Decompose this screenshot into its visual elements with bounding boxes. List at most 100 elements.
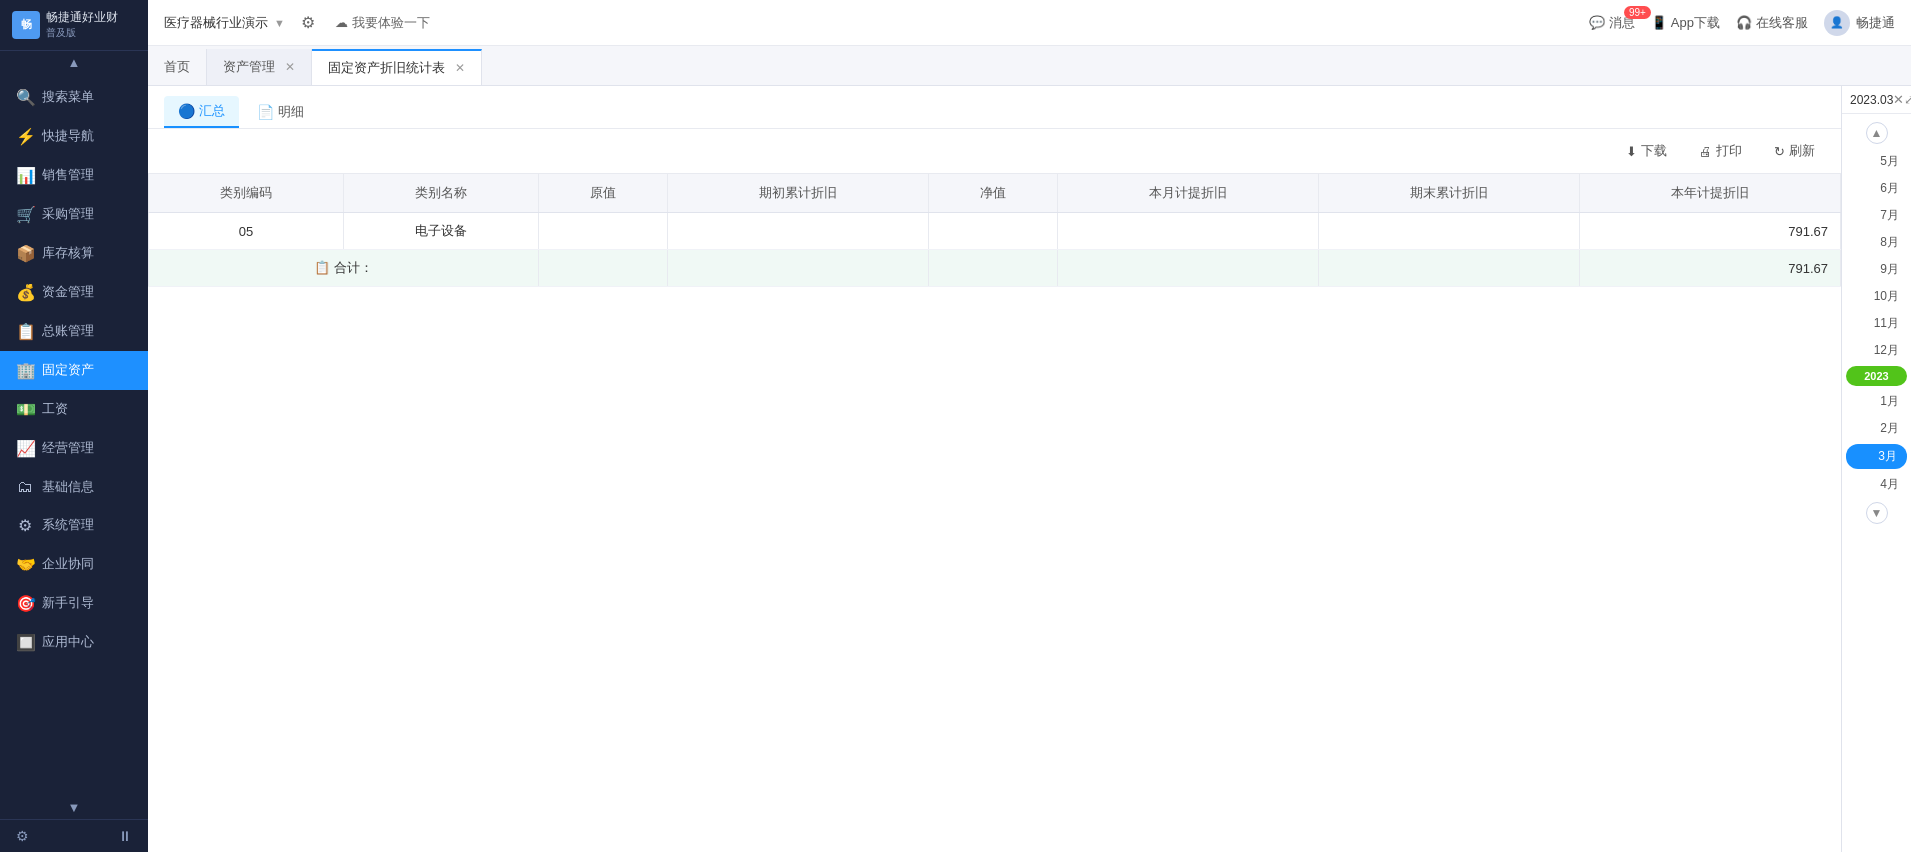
col-code: 类别编码 <box>149 174 344 213</box>
print-button[interactable]: 🖨 打印 <box>1689 137 1752 165</box>
message-icon: 💬 <box>1589 15 1605 30</box>
sidebar-item-label: 销售管理 <box>42 166 94 184</box>
tab-固定资产折旧统计表[interactable]: 固定资产折旧统计表✕ <box>312 49 482 85</box>
sidebar-scroll-down[interactable]: ▼ <box>0 796 148 819</box>
tab-label: 首页 <box>164 58 190 76</box>
table-header-row: 类别编码 类别名称 原值 期初累计折旧 净值 本月计提折旧 期末累计折旧 本年计… <box>149 174 1841 213</box>
tab-首页[interactable]: 首页 <box>148 49 207 85</box>
date-panel-header: 2023.03 ✕ ⤢ <box>1842 86 1911 114</box>
download-button[interactable]: ⬇ 下载 <box>1616 137 1677 165</box>
logo-version: 普及版 <box>46 26 118 40</box>
app-download-button[interactable]: 📱 App下载 <box>1651 14 1720 32</box>
nav-icon: 📈 <box>16 439 34 458</box>
date-month-item[interactable]: 5月 <box>1842 148 1911 175</box>
date-panel-prev-nav[interactable]: ▲ <box>1842 118 1911 148</box>
content-area: 🔵汇总📄明细 ⬇ 下载 🖨 打印 ↻ 刷新 <box>148 86 1911 852</box>
date-month-item[interactable]: 4月 <box>1842 471 1911 498</box>
tab-close-icon[interactable]: ✕ <box>455 61 465 75</box>
date-month-item[interactable]: 10月 <box>1842 283 1911 310</box>
sidebar-scroll-up[interactable]: ▲ <box>0 51 148 74</box>
refresh-button[interactable]: ↻ 刷新 <box>1764 137 1825 165</box>
table-toolbar: ⬇ 下载 🖨 打印 ↻ 刷新 <box>148 129 1841 174</box>
nav-icon: 📋 <box>16 322 34 341</box>
date-year-2023-label[interactable]: 2023 <box>1846 366 1907 386</box>
summary-initial-dep <box>668 250 929 287</box>
col-annual-dep: 本年计提折旧 <box>1580 174 1841 213</box>
online-service-button[interactable]: 🎧 在线客服 <box>1736 14 1808 32</box>
date-panel: 2023.03 ✕ ⤢ ▲ 5月6月7月8月9月10月11月12月20231月2月… <box>1841 86 1911 852</box>
sub-tab-label: 明细 <box>278 103 304 121</box>
date-panel-close-button[interactable]: ✕ <box>1893 92 1904 107</box>
date-panel-expand-button[interactable]: ⤢ <box>1904 92 1911 107</box>
sidebar-item-label: 新手引导 <box>42 594 94 612</box>
sidebar-item-资金管理[interactable]: 💰资金管理 <box>0 273 148 312</box>
sidebar-item-label: 快捷导航 <box>42 127 94 145</box>
date-month-item[interactable]: 2月 <box>1842 415 1911 442</box>
sidebar-item-系统管理[interactable]: ⚙系统管理 <box>0 506 148 545</box>
user-menu[interactable]: 👤 畅捷通 <box>1824 10 1895 36</box>
sidebar-item-label: 固定资产 <box>42 361 94 379</box>
nav-icon: 🎯 <box>16 594 34 613</box>
date-month-item[interactable]: 6月 <box>1842 175 1911 202</box>
date-month-item[interactable]: 3月 <box>1846 444 1907 469</box>
date-nav-up-icon[interactable]: ▲ <box>1866 122 1888 144</box>
sidebar-item-采购管理[interactable]: 🛒采购管理 <box>0 195 148 234</box>
sidebar-item-新手引导[interactable]: 🎯 新手引导 <box>0 584 148 623</box>
col-period-dep: 期末累计折旧 <box>1319 174 1580 213</box>
topbar-gear-icon[interactable]: ⚙ <box>301 13 315 32</box>
message-button[interactable]: 💬 消息 99+ <box>1589 14 1635 32</box>
sidebar-nav: 🔍搜索菜单 ⚡ 快捷导航 📊 销售管理 🛒采购管理📦库存核算💰资金管理 📋 总账管理 🏢 固定资产… <box>0 74 148 796</box>
table-wrap: 类别编码 类别名称 原值 期初累计折旧 净值 本月计提折旧 期末累计折旧 本年计… <box>148 174 1841 852</box>
page-content: 🔵汇总📄明细 ⬇ 下载 🖨 打印 ↻ 刷新 <box>148 86 1841 852</box>
sidebar: 畅 畅捷通好业财 普及版 ▲ 🔍搜索菜单⚡快捷导航📊销售管理🛒采购管理📦库存核算… <box>0 0 148 852</box>
sidebar-collapse-button[interactable]: ⏸ <box>118 828 132 844</box>
date-month-item[interactable]: 9月 <box>1842 256 1911 283</box>
company-selector[interactable]: 医疗器械行业演示 ▼ <box>164 14 285 32</box>
sidebar-item-快捷导航[interactable]: ⚡ 快捷导航 <box>0 117 148 156</box>
cell-monthly-dep <box>1058 213 1319 250</box>
nav-icon: ⚡ <box>16 127 34 146</box>
print-icon: 🖨 <box>1699 144 1712 159</box>
sub-tab-明细[interactable]: 📄明细 <box>243 97 318 127</box>
date-nav-down-icon[interactable]: ▼ <box>1866 502 1888 524</box>
sidebar-item-销售管理[interactable]: 📊 销售管理 <box>0 156 148 195</box>
nav-icon: 🤝 <box>16 555 34 574</box>
experience-button[interactable]: ☁ 我要体验一下 <box>335 14 430 32</box>
date-month-item[interactable]: 8月 <box>1842 229 1911 256</box>
date-month-item[interactable]: 1月 <box>1842 388 1911 415</box>
sidebar-item-label: 总账管理 <box>42 322 94 340</box>
sidebar-item-企业协同[interactable]: 🤝企业协同 <box>0 545 148 584</box>
date-month-item[interactable]: 7月 <box>1842 202 1911 229</box>
sidebar-item-label: 基础信息 <box>42 478 94 496</box>
date-month-item[interactable]: 12月 <box>1842 337 1911 364</box>
date-month-item[interactable]: 11月 <box>1842 310 1911 337</box>
settings-icon[interactable]: ⚙ <box>16 828 29 844</box>
nav-icon: 💰 <box>16 283 34 302</box>
sidebar-item-搜索菜单[interactable]: 🔍搜索菜单 <box>0 78 148 117</box>
sidebar-item-经营管理[interactable]: 📈 经营管理 <box>0 429 148 468</box>
tabs-bar: 首页资产管理✕固定资产折旧统计表✕ <box>148 46 1911 86</box>
summary-annual-dep: 791.67 <box>1580 250 1841 287</box>
sidebar-item-固定资产[interactable]: 🏢 固定资产 <box>0 351 148 390</box>
sidebar-item-工资[interactable]: 💵工资 <box>0 390 148 429</box>
cloud-icon: ☁ <box>335 15 348 30</box>
sub-tab-icon: 📄 <box>257 104 274 120</box>
tab-资产管理[interactable]: 资产管理✕ <box>207 49 312 85</box>
nav-icon: 🔍 <box>16 88 34 107</box>
sidebar-item-应用中心[interactable]: 🔲应用中心 <box>0 623 148 662</box>
sub-tab-汇总[interactable]: 🔵汇总 <box>164 96 239 128</box>
company-dropdown-arrow: ▼ <box>274 17 285 29</box>
headset-icon: 🎧 <box>1736 15 1752 30</box>
sidebar-item-基础信息[interactable]: 🗂基础信息 <box>0 468 148 506</box>
sidebar-item-库存核算[interactable]: 📦库存核算 <box>0 234 148 273</box>
sidebar-item-总账管理[interactable]: 📋 总账管理 <box>0 312 148 351</box>
experience-label: 我要体验一下 <box>352 14 430 32</box>
sub-tab-label: 汇总 <box>199 102 225 120</box>
nav-icon: 📊 <box>16 166 34 185</box>
tab-close-icon[interactable]: ✕ <box>285 60 295 74</box>
nav-icon: 🏢 <box>16 361 34 380</box>
sidebar-item-label: 系统管理 <box>42 516 94 534</box>
sidebar-item-label: 经营管理 <box>42 439 94 457</box>
cell-original <box>539 213 668 250</box>
date-panel-next-nav[interactable]: ▼ <box>1842 498 1911 528</box>
